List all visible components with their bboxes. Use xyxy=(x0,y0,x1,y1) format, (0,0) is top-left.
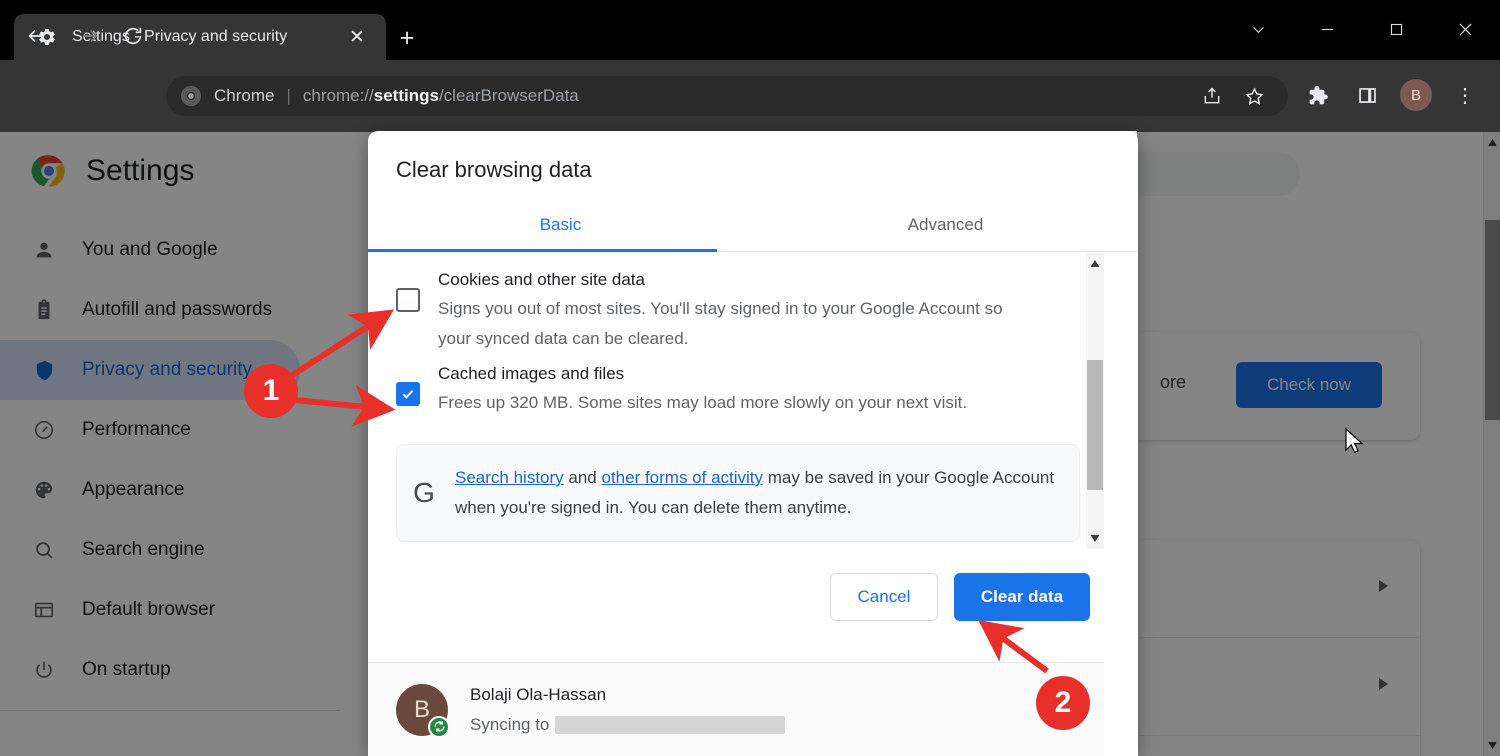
tab-advanced[interactable]: Advanced xyxy=(753,205,1138,251)
google-activity-notice: G Search history and other forms of acti… xyxy=(396,444,1080,542)
forward-button[interactable] xyxy=(72,18,108,54)
option-title: Cached images and files xyxy=(438,364,625,383)
omnibox-actions xyxy=(1196,80,1274,112)
window-controls xyxy=(1224,0,1500,58)
browser-window: Settings - Privacy and security ✕ + Chro… xyxy=(0,0,1500,756)
minimize-button[interactable] xyxy=(1293,0,1362,58)
sync-icon xyxy=(428,715,450,738)
dialog-scroll-thumb[interactable] xyxy=(1087,360,1103,490)
scroll-up-icon[interactable] xyxy=(1086,254,1104,272)
dialog-account-footer: B Bolaji Ola-Hassan Syncing to xyxy=(368,662,1104,756)
extensions-puzzle-icon[interactable] xyxy=(1300,78,1334,112)
chrome-logo-icon xyxy=(180,85,202,107)
side-panel-icon[interactable] xyxy=(1350,78,1384,112)
clear-data-button[interactable]: Clear data xyxy=(954,573,1090,621)
option-cookies[interactable]: Cookies and other site data Signs you ou… xyxy=(368,252,1138,354)
option-title: Cookies and other site data xyxy=(438,270,645,289)
cookies-checkbox[interactable] xyxy=(396,288,420,312)
scroll-down-icon[interactable] xyxy=(1086,529,1104,547)
clear-browsing-data-dialog: Clear browsing data Basic Advanced Cooki… xyxy=(368,131,1138,756)
close-tab-icon[interactable]: ✕ xyxy=(344,24,370,50)
dialog-tabs: Basic Advanced xyxy=(368,205,1138,252)
annotation-marker-1: 1 xyxy=(244,364,298,418)
omnibox-separator: | xyxy=(286,86,291,105)
search-history-link[interactable]: Search history xyxy=(455,468,564,487)
notice-mid: and xyxy=(563,468,602,487)
url-bold: settings xyxy=(373,86,439,105)
tab-strip: Settings - Privacy and security ✕ + xyxy=(0,0,1500,60)
tab-search-button[interactable] xyxy=(1224,0,1293,58)
share-icon[interactable] xyxy=(1196,80,1228,112)
redacted-email xyxy=(555,715,786,734)
sync-status: Syncing to xyxy=(470,710,786,740)
dialog-content-scrollbar[interactable] xyxy=(1086,252,1104,549)
browser-tab[interactable]: Settings - Privacy and security ✕ xyxy=(14,14,386,60)
avatar: B xyxy=(396,683,450,738)
cancel-button[interactable]: Cancel xyxy=(830,573,938,621)
reload-button[interactable] xyxy=(115,18,151,54)
maximize-button[interactable] xyxy=(1362,0,1431,58)
address-bar[interactable]: Chrome | chrome://settings/clearBrowserD… xyxy=(166,76,1288,116)
mouse-cursor xyxy=(1345,427,1364,454)
omnibox-chip-label: Chrome xyxy=(214,86,275,105)
toolbar-right-icons: B ⋮ xyxy=(1300,78,1482,112)
dialog-body: Cookies and other site data Signs you ou… xyxy=(368,252,1138,549)
dialog-title: Clear browsing data xyxy=(396,157,592,182)
url-prefix: chrome:// xyxy=(302,86,374,105)
chrome-menu-icon[interactable]: ⋮ xyxy=(1448,78,1482,112)
dialog-actions: Cancel Clear data xyxy=(368,549,1138,645)
google-notice-text: Search history and other forms of activi… xyxy=(455,463,1061,523)
bookmark-star-icon[interactable] xyxy=(1238,80,1270,112)
tab-basic[interactable]: Basic xyxy=(368,205,753,251)
sync-prefix: Syncing to xyxy=(470,714,550,734)
cache-checkbox[interactable] xyxy=(396,382,420,406)
annotation-marker-2: 2 xyxy=(1036,676,1090,730)
tab-title: Settings - Privacy and security xyxy=(72,28,288,45)
option-cache[interactable]: Cached images and files Frees up 320 MB.… xyxy=(368,354,1138,418)
url-suffix: /clearBrowserData xyxy=(438,86,579,105)
omnibox-url: chrome://settings/clearBrowserData xyxy=(303,86,579,106)
profile-avatar[interactable]: B xyxy=(1400,79,1432,111)
option-description: Frees up 320 MB. Some sites may load mor… xyxy=(438,393,968,412)
other-forms-of-activity-link[interactable]: other forms of activity xyxy=(601,468,763,487)
account-name: Bolaji Ola-Hassan xyxy=(470,684,607,704)
close-button[interactable] xyxy=(1431,0,1500,58)
option-description: Signs you out of most sites. You'll stay… xyxy=(438,299,1003,348)
back-button[interactable] xyxy=(18,18,54,54)
new-tab-button[interactable]: + xyxy=(392,24,422,54)
google-g-icon: G xyxy=(413,477,435,508)
